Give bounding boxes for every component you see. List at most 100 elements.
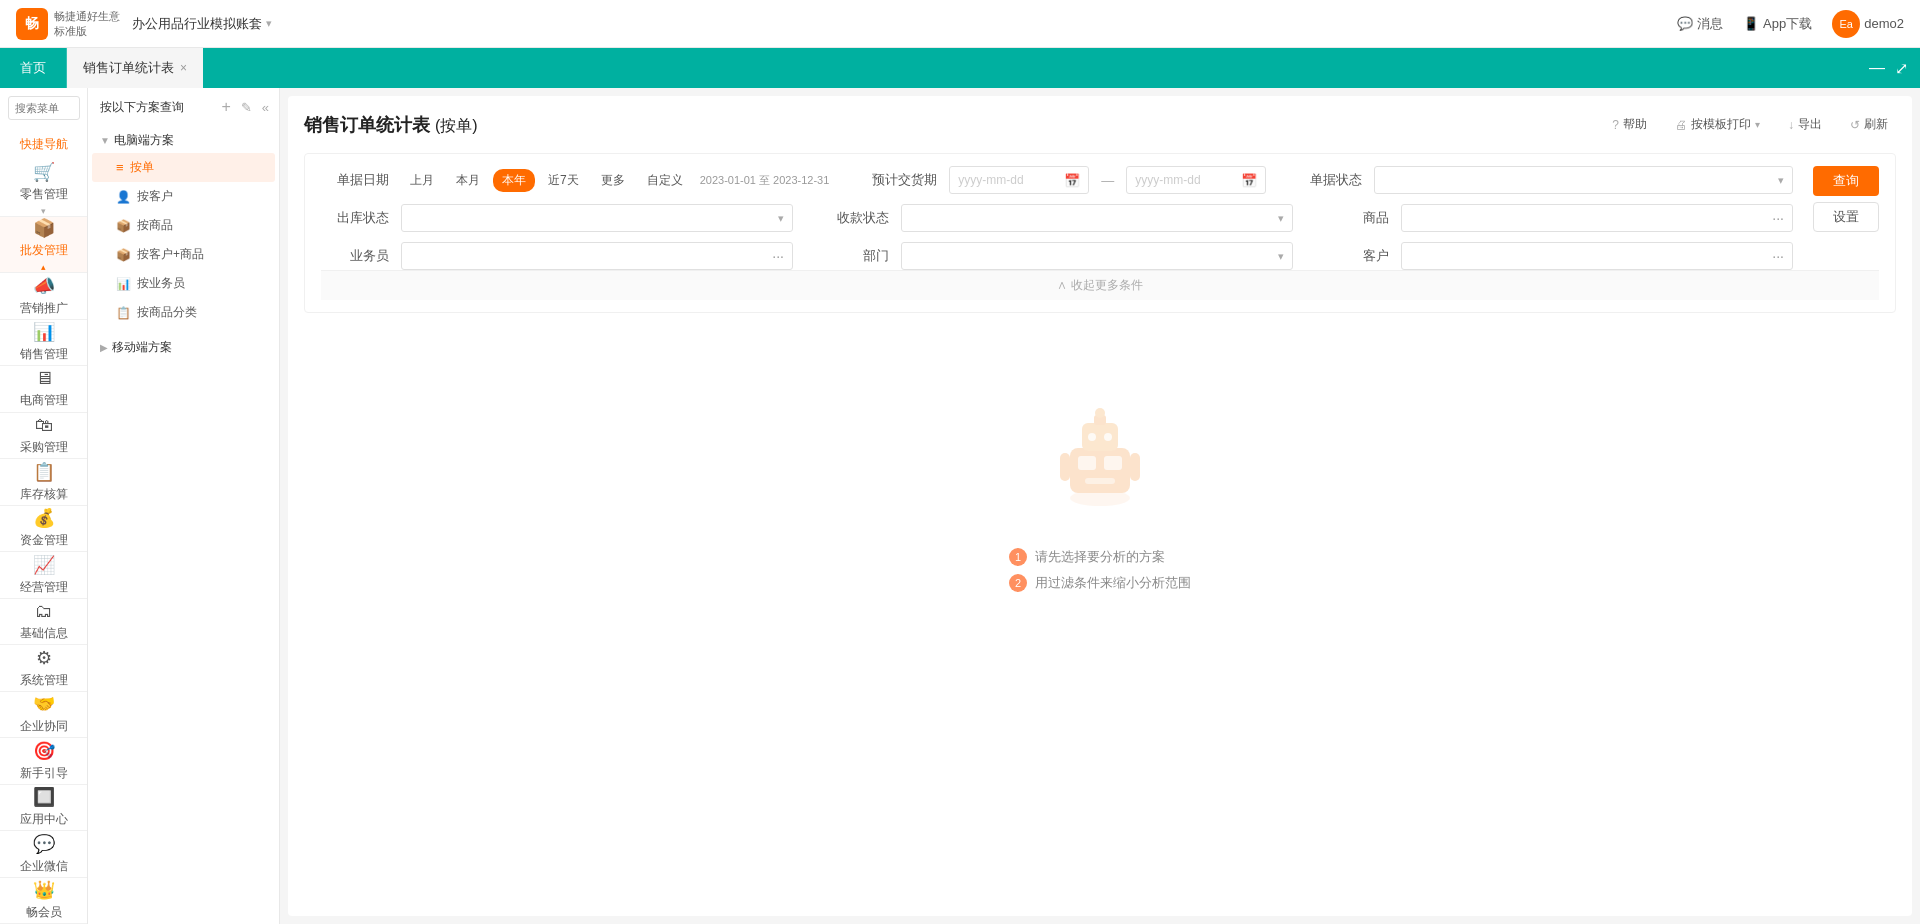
sidebar-item-inventory[interactable]: 📋 库存核算 [0, 459, 87, 506]
company-select[interactable]: 办公用品行业模拟账套 ▾ [132, 15, 272, 33]
top-bar-left: 畅 畅捷通好生意 标准版 办公用品行业模拟账套 ▾ [16, 8, 272, 40]
goods-select[interactable]: ··· [1401, 204, 1793, 232]
status-select-arrow-icon: ▾ [1778, 174, 1784, 187]
retail-arrow: ▾ [41, 206, 46, 216]
sidebar-item-marketing[interactable]: 📣 营销推广 [0, 273, 87, 320]
sidebar: 快捷导航 🛒 零售管理 ▾ 📦 批发管理 ▴ 📣 营销推广 📊 销售管理 🖥 电… [0, 88, 88, 924]
operations-icon: 📈 [33, 554, 55, 576]
sidebar-item-enterprise[interactable]: 🤝 企业协同 [0, 692, 87, 739]
refresh-icon: ↺ [1850, 118, 1860, 132]
settings-button[interactable]: 设置 [1813, 202, 1879, 232]
empty-tip-1: 1 请先选择要分析的方案 [1009, 548, 1191, 566]
print-button[interactable]: 🖨 按模板打印 ▾ [1667, 112, 1768, 137]
refresh-button[interactable]: ↺ 刷新 [1842, 112, 1896, 137]
inner-layout: 按以下方案查询 + ✎ « ▼ 电脑端方案 ≡ 按单 👤 按客户 [88, 88, 1920, 924]
minimize-icon[interactable]: — [1869, 59, 1885, 77]
payment-select[interactable]: ▾ [901, 204, 1293, 232]
tab-close-button[interactable]: × [180, 61, 187, 75]
status-label: 单据状态 [1294, 171, 1362, 189]
date-btn-this-month[interactable]: 本月 [447, 169, 489, 192]
sidebar-item-purchase[interactable]: 🛍 采购管理 [0, 413, 87, 460]
scheme-by-cust-prod[interactable]: 📦 按客户+商品 [92, 240, 275, 269]
add-scheme-button[interactable]: + [221, 98, 230, 116]
export-icon: ↓ [1788, 118, 1794, 132]
sidebar-item-wechat[interactable]: 💬 企业微信 [0, 831, 87, 878]
date-start-input[interactable]: yyyy-mm-dd 📅 [949, 166, 1089, 194]
download-icon: 📱 [1743, 16, 1759, 31]
salesperson-select[interactable]: ··· [401, 242, 793, 270]
tab-home[interactable]: 首页 [0, 48, 67, 88]
shipping-select-arrow-icon: ▾ [778, 212, 784, 225]
date-btn-this-year[interactable]: 本年 [493, 169, 535, 192]
message-icon: 💬 [1677, 16, 1693, 31]
print-icon: 🖨 [1675, 118, 1687, 132]
tab-active[interactable]: 销售订单统计表 × [67, 48, 203, 88]
empty-svg [1040, 393, 1160, 513]
sidebar-item-ecommerce[interactable]: 🖥 电商管理 [0, 366, 87, 413]
salesperson-more-icon[interactable]: ··· [772, 248, 784, 264]
sidebar-item-operations[interactable]: 📈 经营管理 [0, 552, 87, 599]
department-select[interactable]: ▾ [901, 242, 1293, 270]
customer-label: 客户 [1321, 247, 1389, 265]
shipping-select[interactable]: ▾ [401, 204, 793, 232]
date-divider: — [1101, 173, 1114, 188]
sidebar-item-finance[interactable]: 💰 资金管理 [0, 506, 87, 553]
query-button[interactable]: 查询 [1813, 166, 1879, 196]
date-btn-last-month[interactable]: 上月 [401, 169, 443, 192]
collapse-panel-button[interactable]: « [262, 100, 269, 115]
sidebar-item-wholesale[interactable]: 📦 批发管理 ▴ [0, 217, 87, 273]
edit-scheme-button[interactable]: ✎ [241, 100, 252, 115]
tip-num-1: 1 [1009, 548, 1027, 566]
logo-icon: 畅 [16, 8, 48, 40]
top-bar: 畅 畅捷通好生意 标准版 办公用品行业模拟账套 ▾ 💬 消息 📱 App下载 E… [0, 0, 1920, 48]
finance-icon: 💰 [33, 507, 55, 529]
sidebar-item-sales[interactable]: 📊 销售管理 [0, 320, 87, 367]
salesperson-label: 业务员 [321, 247, 389, 265]
shipping-label: 出库状态 [321, 209, 389, 227]
message-button[interactable]: 💬 消息 [1677, 15, 1723, 33]
collapse-bar[interactable]: ∧ 收起更多条件 [321, 270, 1879, 300]
tab-bar-right: — ⤢ [1869, 59, 1920, 78]
payment-label: 收款状态 [821, 209, 889, 227]
apps-icon: 🔲 [33, 786, 55, 808]
filter-row-1: 单据日期 上月 本月 本年 近7天 更多 自定义 2023-01-01 至 20… [321, 166, 1793, 194]
scheme-by-category[interactable]: 📋 按商品分类 [92, 298, 275, 327]
goods-label: 商品 [1321, 209, 1389, 227]
help-icon: ? [1612, 118, 1619, 132]
scheme-by-product[interactable]: 📦 按商品 [92, 211, 275, 240]
sidebar-item-newbie[interactable]: 🎯 新手引导 [0, 738, 87, 785]
department-label: 部门 [821, 247, 889, 265]
desktop-section-title[interactable]: ▼ 电脑端方案 [88, 128, 279, 153]
date-end-input[interactable]: yyyy-mm-dd 📅 [1126, 166, 1266, 194]
user-profile[interactable]: Ea demo2 [1832, 10, 1904, 38]
search-input[interactable] [8, 96, 80, 120]
mobile-section-title[interactable]: ▶ 移动端方案 [88, 335, 279, 360]
page-actions: ? 帮助 🖨 按模板打印 ▾ ↓ 导出 ↺ [1604, 112, 1896, 137]
status-select[interactable]: ▾ [1374, 166, 1793, 194]
svg-rect-3 [1104, 456, 1122, 470]
sidebar-item-system[interactable]: ⚙ 系统管理 [0, 645, 87, 692]
help-button[interactable]: ? 帮助 [1604, 112, 1655, 137]
scheme-by-order[interactable]: ≡ 按单 [92, 153, 275, 182]
date-btn-7days[interactable]: 近7天 [539, 169, 588, 192]
scheme-by-salesperson[interactable]: 📊 按业务员 [92, 269, 275, 298]
sidebar-item-quick-nav[interactable]: 快捷导航 [0, 128, 87, 161]
maximize-icon[interactable]: ⤢ [1895, 59, 1908, 78]
wholesale-icon: 📦 [33, 217, 55, 239]
sidebar-item-apps[interactable]: 🔲 应用中心 [0, 785, 87, 832]
goods-more-icon[interactable]: ··· [1772, 210, 1784, 226]
export-button[interactable]: ↓ 导出 [1780, 112, 1830, 137]
svg-rect-5 [1082, 423, 1118, 451]
sidebar-item-basic[interactable]: 🗂 基础信息 [0, 599, 87, 646]
payment-select-arrow-icon: ▾ [1278, 212, 1284, 225]
date-btn-custom[interactable]: 自定义 [638, 169, 692, 192]
customer-more-icon[interactable]: ··· [1772, 248, 1784, 264]
scheme-by-customer[interactable]: 👤 按客户 [92, 182, 275, 211]
date-btn-more[interactable]: 更多 [592, 169, 634, 192]
app-download-button[interactable]: 📱 App下载 [1743, 15, 1812, 33]
sidebar-item-retail[interactable]: 🛒 零售管理 ▾ [0, 161, 87, 217]
expected-date-label: 预计交货期 [857, 171, 937, 189]
customer-select[interactable]: ··· [1401, 242, 1793, 270]
filter-row-2: 出库状态 ▾ 收款状态 ▾ 商品 [321, 204, 1793, 232]
sidebar-item-member[interactable]: 👑 畅会员 [0, 878, 87, 924]
